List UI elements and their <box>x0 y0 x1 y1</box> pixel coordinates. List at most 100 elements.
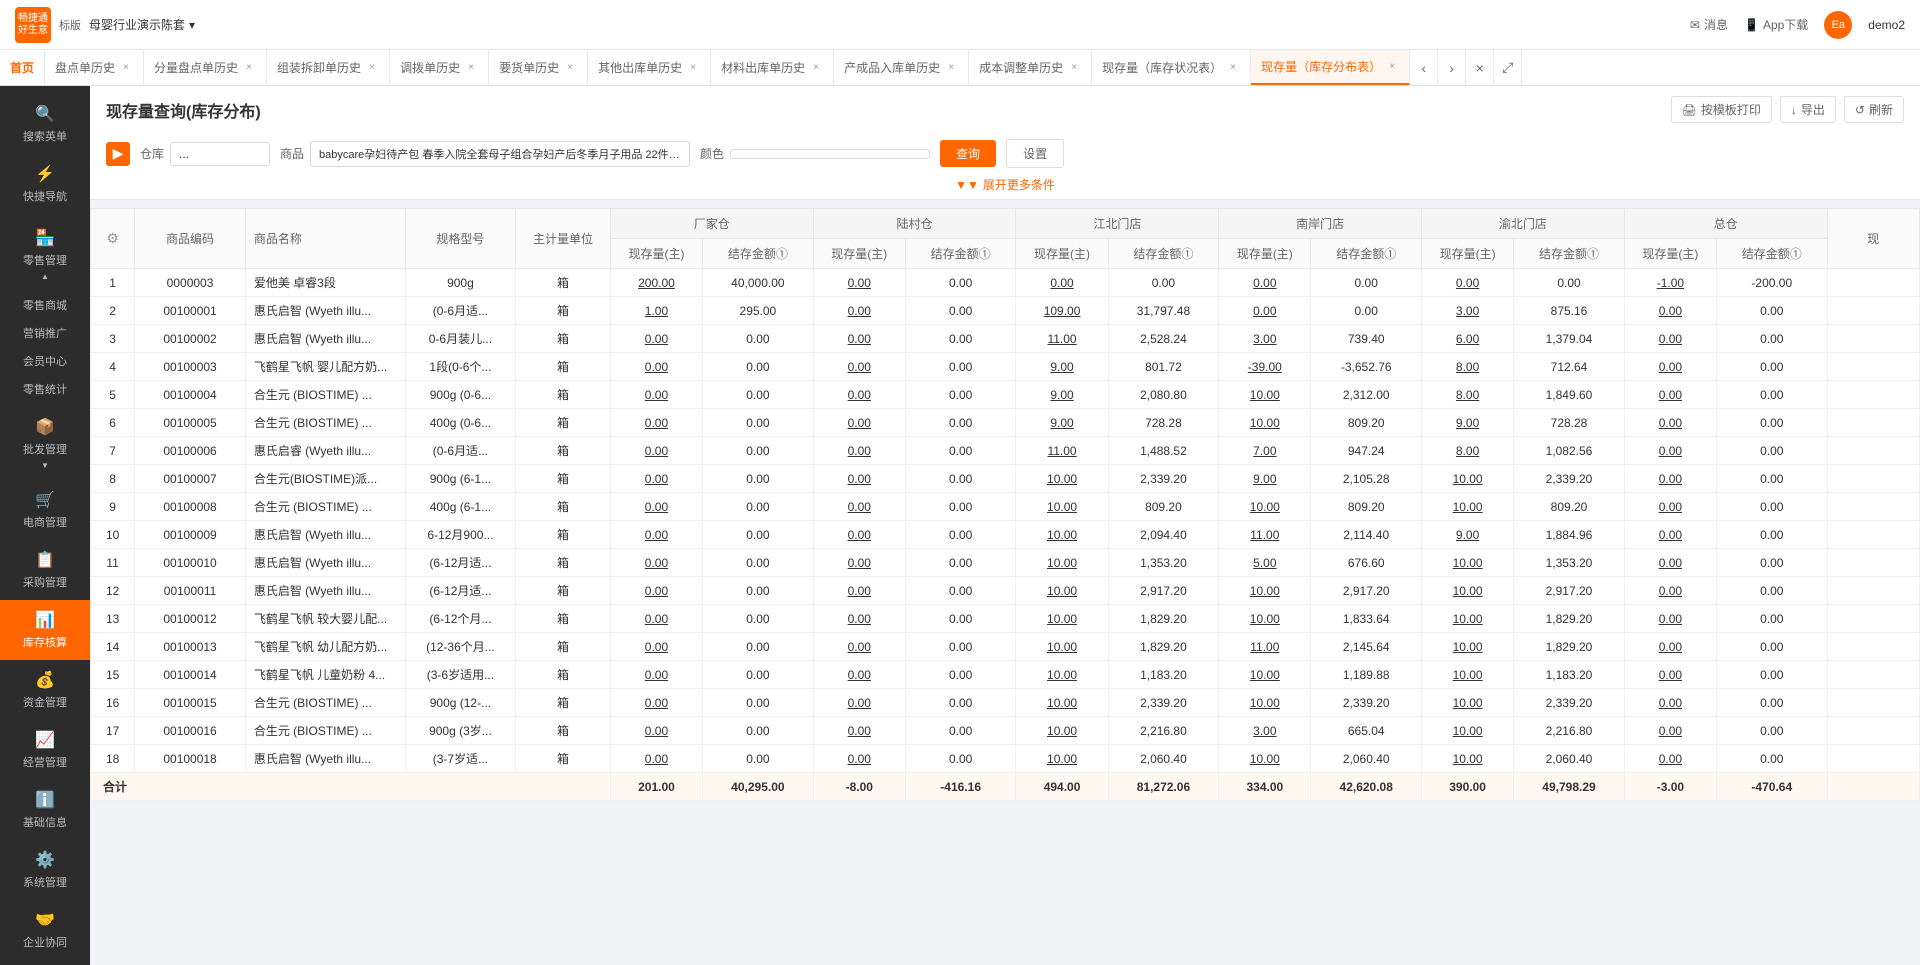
cell-fac-qty[interactable]: 200.00 <box>610 269 702 297</box>
color-input[interactable] <box>730 149 930 159</box>
cell-na-qty[interactable]: -39.00 <box>1219 353 1311 381</box>
cell-na-qty[interactable]: 7.00 <box>1219 437 1311 465</box>
tab-stock-dist[interactable]: 现存量（库存分布表） × <box>1251 50 1410 85</box>
cell-total-qty[interactable]: 0.00 <box>1624 605 1716 633</box>
cell-lc-qty[interactable]: 0.00 <box>813 521 905 549</box>
cell-total-qty[interactable]: 0.00 <box>1624 689 1716 717</box>
cell-fac-qty[interactable]: 0.00 <box>610 521 702 549</box>
tab-close-all-btn[interactable]: × <box>1466 50 1494 85</box>
tab-close-inventory-check[interactable]: × <box>119 61 133 75</box>
sidebar-item-finance[interactable]: 💰 资金管理 <box>0 660 90 720</box>
cell-fac-qty[interactable]: 0.00 <box>610 353 702 381</box>
sidebar-item-enterprise[interactable]: 🤝 企业协同 <box>0 900 90 960</box>
cell-lc-qty[interactable]: 0.00 <box>813 745 905 773</box>
tab-order[interactable]: 要货单历史 × <box>489 50 588 85</box>
cell-jb-qty[interactable]: 10.00 <box>1016 605 1108 633</box>
filter-expand-btn[interactable]: ▶ <box>106 142 130 166</box>
sidebar-item-retail-stats[interactable]: 零售统计 <box>0 375 90 403</box>
tab-material-out[interactable]: 材料出库单历史 × <box>711 50 834 85</box>
cell-yb-qty[interactable]: 10.00 <box>1422 689 1514 717</box>
cell-jb-qty[interactable]: 10.00 <box>1016 633 1108 661</box>
user-avatar[interactable]: Ea <box>1824 11 1852 39</box>
cell-na-qty[interactable]: 10.00 <box>1219 689 1311 717</box>
cell-na-qty[interactable]: 0.00 <box>1219 297 1311 325</box>
cell-lc-qty[interactable]: 0.00 <box>813 297 905 325</box>
goods-input[interactable]: babycare孕妇待产包 春季入院全套母子组合孕妇产后冬季月子用品 22件套 … <box>310 141 690 167</box>
cell-total-qty[interactable]: 0.00 <box>1624 353 1716 381</box>
sidebar-item-marketing[interactable]: 营销推广 <box>0 319 90 347</box>
cell-jb-qty[interactable]: 10.00 <box>1016 689 1108 717</box>
tab-prev-btn[interactable]: ‹ <box>1410 50 1438 85</box>
cell-jb-qty[interactable]: 10.00 <box>1016 549 1108 577</box>
setting-button[interactable]: 设置 <box>1006 139 1064 168</box>
sidebar-item-inventory[interactable]: 📊 库存核算 <box>0 600 90 660</box>
cell-na-qty[interactable]: 11.00 <box>1219 633 1311 661</box>
cell-jb-qty[interactable]: 10.00 <box>1016 661 1108 689</box>
tab-expand-btn[interactable]: ⤢ <box>1494 50 1522 85</box>
cell-yb-qty[interactable]: 9.00 <box>1422 521 1514 549</box>
cell-yb-qty[interactable]: 10.00 <box>1422 465 1514 493</box>
cell-total-qty[interactable]: 0.00 <box>1624 325 1716 353</box>
cell-yb-qty[interactable]: 10.00 <box>1422 717 1514 745</box>
cell-jb-qty[interactable]: 9.00 <box>1016 381 1108 409</box>
sidebar-item-system[interactable]: ⚙️ 系统管理 <box>0 840 90 900</box>
tab-close-order[interactable]: × <box>563 61 577 75</box>
cell-na-qty[interactable]: 9.00 <box>1219 465 1311 493</box>
cell-total-qty[interactable]: 0.00 <box>1624 437 1716 465</box>
cell-yb-qty[interactable]: 10.00 <box>1422 549 1514 577</box>
tab-close-cost-adjust[interactable]: × <box>1067 61 1081 75</box>
cell-jb-qty[interactable]: 10.00 <box>1016 465 1108 493</box>
cell-na-qty[interactable]: 10.00 <box>1219 745 1311 773</box>
cell-lc-qty[interactable]: 0.00 <box>813 605 905 633</box>
app-download-btn[interactable]: 📱 App下载 <box>1744 16 1808 33</box>
tab-close-other-out[interactable]: × <box>686 61 700 75</box>
export-button[interactable]: ↓ 导出 <box>1780 96 1836 123</box>
cell-total-qty[interactable]: 0.00 <box>1624 521 1716 549</box>
tab-close-sub-inventory[interactable]: × <box>242 61 256 75</box>
sidebar-item-ecommerce[interactable]: 🛒 电商管理 <box>0 480 90 540</box>
cell-na-qty[interactable]: 5.00 <box>1219 549 1311 577</box>
cell-yb-qty[interactable]: 10.00 <box>1422 661 1514 689</box>
cell-total-qty[interactable]: 0.00 <box>1624 577 1716 605</box>
cell-jb-qty[interactable]: 10.00 <box>1016 577 1108 605</box>
cell-fac-qty[interactable]: 0.00 <box>610 437 702 465</box>
sidebar-item-retail[interactable]: 🏪 零售管理 ▲ <box>0 218 90 291</box>
cell-yb-qty[interactable]: 6.00 <box>1422 325 1514 353</box>
cell-jb-qty[interactable]: 10.00 <box>1016 521 1108 549</box>
company-selector[interactable]: 母婴行业演示陈套 ▾ <box>89 16 195 33</box>
cell-total-qty[interactable]: 0.00 <box>1624 633 1716 661</box>
sidebar-item-basic[interactable]: ℹ️ 基础信息 <box>0 780 90 840</box>
cell-lc-qty[interactable]: 0.00 <box>813 465 905 493</box>
cell-lc-qty[interactable]: 0.00 <box>813 717 905 745</box>
cell-yb-qty[interactable]: 10.00 <box>1422 745 1514 773</box>
sidebar-item-mall[interactable]: 零售商城 <box>0 291 90 319</box>
th-settings[interactable]: ⚙ <box>91 209 135 269</box>
cell-yb-qty[interactable]: 8.00 <box>1422 381 1514 409</box>
cell-lc-qty[interactable]: 0.00 <box>813 689 905 717</box>
sidebar-item-wholesale[interactable]: 📦 批发管理 ▼ <box>0 407 90 480</box>
cell-fac-qty[interactable]: 0.00 <box>610 745 702 773</box>
cell-jb-qty[interactable]: 10.00 <box>1016 745 1108 773</box>
cell-total-qty[interactable]: 0.00 <box>1624 381 1716 409</box>
cell-na-qty[interactable]: 10.00 <box>1219 381 1311 409</box>
sidebar-item-management[interactable]: 📈 经营管理 <box>0 720 90 780</box>
cell-jb-qty[interactable]: 9.00 <box>1016 409 1108 437</box>
sidebar-item-nav[interactable]: ⚡ 快捷导航 <box>0 154 90 214</box>
cell-fac-qty[interactable]: 0.00 <box>610 325 702 353</box>
tab-close-material-out[interactable]: × <box>809 61 823 75</box>
cell-total-qty[interactable]: 0.00 <box>1624 409 1716 437</box>
refresh-button[interactable]: ↺ 刷新 <box>1844 96 1904 123</box>
tab-stock-status[interactable]: 现存量（库存状况表） × <box>1092 50 1251 85</box>
sidebar-item-search[interactable]: 🔍 搜索英单 <box>0 94 90 154</box>
cell-fac-qty[interactable]: 0.00 <box>610 549 702 577</box>
cell-fac-qty[interactable]: 0.00 <box>610 381 702 409</box>
tab-assembly[interactable]: 组装拆卸单历史 × <box>267 50 390 85</box>
tab-home[interactable]: 首页 <box>0 50 45 85</box>
cell-yb-qty[interactable]: 0.00 <box>1422 269 1514 297</box>
tab-product-in[interactable]: 产成品入库单历史 × <box>834 50 969 85</box>
cell-total-qty[interactable]: 0.00 <box>1624 717 1716 745</box>
tab-next-btn[interactable]: › <box>1438 50 1466 85</box>
cell-fac-qty[interactable]: 0.00 <box>610 633 702 661</box>
cell-lc-qty[interactable]: 0.00 <box>813 493 905 521</box>
cell-na-qty[interactable]: 10.00 <box>1219 661 1311 689</box>
